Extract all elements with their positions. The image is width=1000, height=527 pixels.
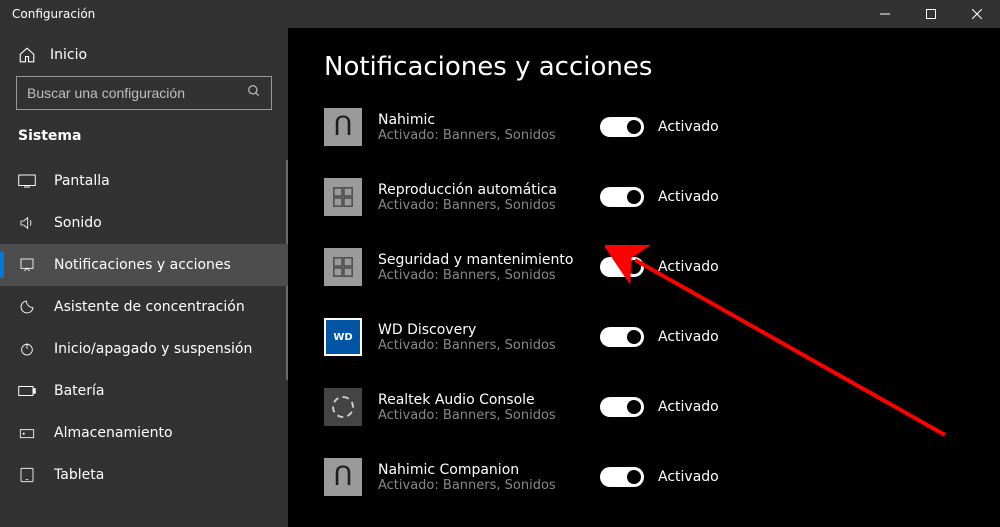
search-input[interactable] — [27, 85, 247, 101]
app-name: Reproducción automática — [378, 182, 584, 198]
toggle-switch[interactable] — [600, 397, 644, 417]
app-row-wd[interactable]: WD WD Discovery Activado: Banners, Sonid… — [324, 318, 972, 356]
storage-icon — [18, 425, 36, 441]
app-icon — [324, 248, 362, 286]
app-icon: ᑎ — [324, 458, 362, 496]
toggle-switch[interactable] — [600, 117, 644, 137]
focus-icon — [18, 299, 36, 315]
app-name: Seguridad y mantenimiento — [378, 252, 584, 268]
toggle-switch[interactable] — [600, 257, 644, 277]
toggle-switch[interactable] — [600, 467, 644, 487]
toggle-label: Activado — [658, 259, 719, 275]
nav-item-almacenamiento[interactable]: Almacenamiento — [0, 412, 288, 454]
power-icon — [18, 341, 36, 357]
battery-icon — [18, 385, 36, 397]
nav-item-pantalla[interactable]: Pantalla — [0, 160, 288, 202]
app-name: Realtek Audio Console — [378, 392, 584, 408]
maximize-button[interactable] — [908, 0, 954, 28]
nav-label: Inicio/apagado y suspensión — [54, 341, 252, 357]
app-status: Activado: Banners, Sonidos — [378, 478, 584, 493]
toggle-label: Activado — [658, 399, 719, 415]
app-name: Nahimic Companion — [378, 462, 584, 478]
nav-label: Almacenamiento — [54, 425, 173, 441]
notification-icon — [18, 257, 36, 273]
app-status: Activado: Banners, Sonidos — [378, 128, 584, 143]
section-label: Sistema — [0, 124, 288, 160]
minimize-button[interactable] — [862, 0, 908, 28]
app-icon: ᑎ — [324, 108, 362, 146]
toggle-label: Activado — [658, 119, 719, 135]
nav-label: Asistente de concentración — [54, 299, 245, 315]
window-title: Configuración — [12, 7, 95, 21]
toggle-label: Activado — [658, 189, 719, 205]
app-status: Activado: Banners, Sonidos — [378, 268, 584, 283]
sound-icon — [18, 215, 36, 231]
app-icon: WD — [324, 318, 362, 356]
nav-label: Sonido — [54, 215, 102, 231]
app-row-nahimic-companion[interactable]: ᑎ Nahimic Companion Activado: Banners, S… — [324, 458, 972, 496]
nav-item-tableta[interactable]: Tableta — [0, 454, 288, 496]
nav-item-asistente[interactable]: Asistente de concentración — [0, 286, 288, 328]
app-row-seguridad[interactable]: Seguridad y mantenimiento Activado: Bann… — [324, 248, 972, 286]
nav-item-inicio-apagado[interactable]: Inicio/apagado y suspensión — [0, 328, 288, 370]
home-icon — [18, 46, 36, 64]
nav-item-notificaciones[interactable]: Notificaciones y acciones — [0, 244, 288, 286]
page-title: Notificaciones y acciones — [324, 52, 972, 82]
app-icon — [324, 388, 362, 426]
search-icon — [247, 84, 261, 102]
app-status: Activado: Banners, Sonidos — [378, 198, 584, 213]
main-panel: Notificaciones y acciones ᑎ Nahimic Acti… — [288, 28, 1000, 527]
nav-label: Pantalla — [54, 173, 110, 189]
close-button[interactable] — [954, 0, 1000, 28]
titlebar: Configuración — [0, 0, 1000, 28]
app-name: Nahimic — [378, 112, 584, 128]
app-status: Activado: Banners, Sonidos — [378, 408, 584, 423]
sidebar: Inicio Sistema Pantalla Sonido — [0, 28, 288, 527]
home-link[interactable]: Inicio — [0, 34, 288, 76]
toggle-label: Activado — [658, 469, 719, 485]
toggle-label: Activado — [658, 329, 719, 345]
nav-item-bateria[interactable]: Batería — [0, 370, 288, 412]
toggle-switch[interactable] — [600, 327, 644, 347]
nav-label: Notificaciones y acciones — [54, 257, 231, 273]
search-box[interactable] — [16, 76, 272, 110]
app-row-nahimic[interactable]: ᑎ Nahimic Activado: Banners, Sonidos Act… — [324, 108, 972, 146]
app-status: Activado: Banners, Sonidos — [378, 338, 584, 353]
display-icon — [18, 174, 36, 188]
app-name: WD Discovery — [378, 322, 584, 338]
tablet-icon — [18, 467, 36, 483]
nav-label: Batería — [54, 383, 105, 399]
app-icon — [324, 178, 362, 216]
nav-item-sonido[interactable]: Sonido — [0, 202, 288, 244]
app-row-reproduccion[interactable]: Reproducción automática Activado: Banner… — [324, 178, 972, 216]
nav-list: Pantalla Sonido Notificaciones y accione… — [0, 160, 288, 527]
home-label: Inicio — [50, 47, 87, 63]
nav-label: Tableta — [54, 467, 104, 483]
app-row-realtek[interactable]: Realtek Audio Console Activado: Banners,… — [324, 388, 972, 426]
window-controls — [862, 0, 1000, 28]
toggle-switch[interactable] — [600, 187, 644, 207]
